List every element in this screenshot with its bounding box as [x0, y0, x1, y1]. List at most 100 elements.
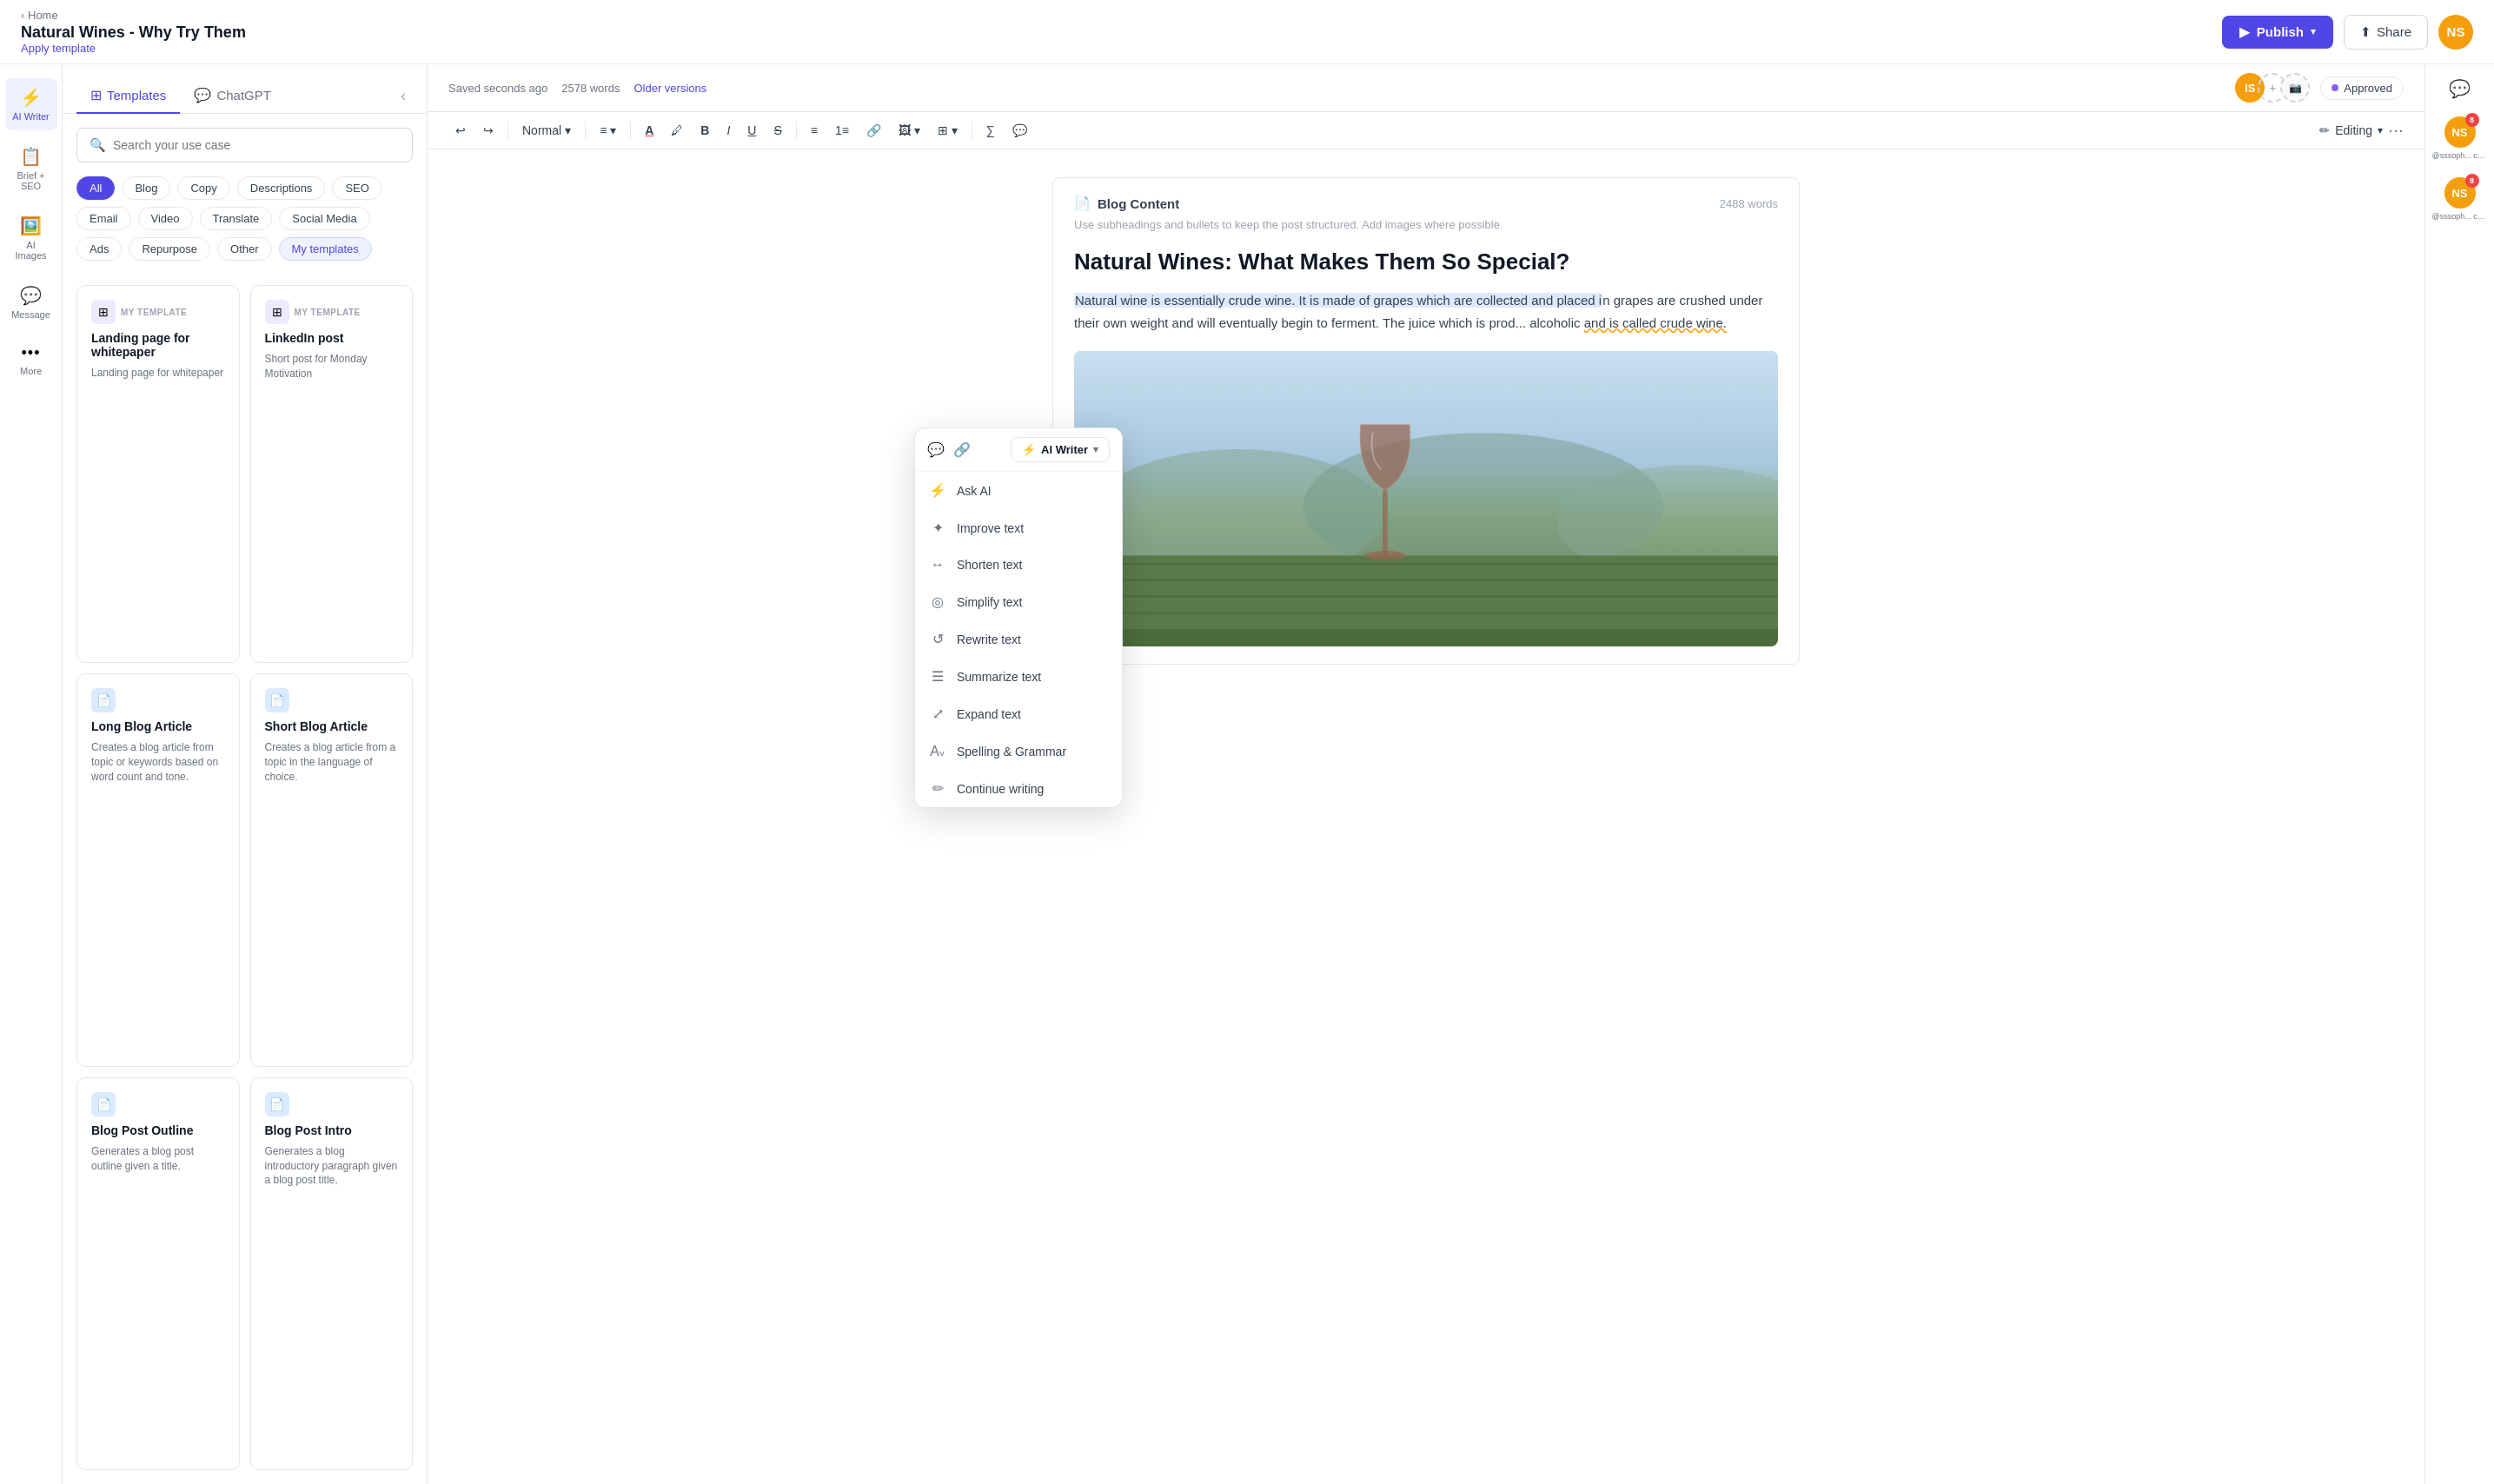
formula-button[interactable]: ∑ — [979, 119, 1002, 142]
template-card-blog-intro[interactable]: 📄 Blog Post Intro Generates a blog intro… — [250, 1077, 414, 1470]
ai-menu-expand-text[interactable]: ⤢ Expand text — [915, 695, 1122, 732]
ai-writer-dropdown: 💬 🔗 ⚡ AI Writer ▾ ⚡ Ask AI ✦ Imp — [914, 427, 1123, 808]
bullet-list-button[interactable]: ≡ — [804, 119, 825, 142]
user-avatar[interactable]: NS — [2438, 15, 2473, 50]
sidebar-item-ai-images[interactable]: 🖼️ AI Images — [5, 207, 57, 269]
numbered-list-button[interactable]: 1≡ — [828, 119, 856, 142]
tag-copy[interactable]: Copy — [177, 176, 229, 200]
publish-button[interactable]: ▶ Publish ▾ — [2222, 16, 2333, 49]
highlight-button[interactable]: 🖊 — [664, 119, 690, 142]
ai-menu-summarize-text[interactable]: ☰ Summarize text — [915, 658, 1122, 695]
tag-seo[interactable]: SEO — [332, 176, 381, 200]
tag-my-templates[interactable]: My templates — [279, 237, 372, 261]
undo-button[interactable]: ↩ — [448, 119, 473, 142]
section-word-count: 2488 words — [1720, 197, 1778, 210]
blog-content-icon: 📄 — [1074, 195, 1091, 211]
article-title[interactable]: Natural Wines: What Makes Them So Specia… — [1074, 248, 1778, 275]
tag-ads[interactable]: Ads — [76, 237, 122, 261]
comment-btn-toolbar[interactable]: 💬 — [1005, 119, 1034, 142]
card-title: LinkedIn post — [265, 331, 399, 345]
card-desc: Short post for Monday Motivation — [265, 352, 399, 381]
brief-seo-icon: 📋 — [20, 146, 42, 167]
tag-other[interactable]: Other — [217, 237, 272, 261]
card-title: Long Blog Article — [91, 719, 225, 733]
ai-menu-improve-text[interactable]: ✦ Improve text — [915, 509, 1122, 547]
template-card-short-blog[interactable]: 📄 Short Blog Article Creates a blog arti… — [250, 673, 414, 1066]
tag-email[interactable]: Email — [76, 207, 131, 230]
link-button[interactable]: 🔗 — [859, 119, 888, 142]
template-card-landing-whitepaper[interactable]: ⊞ MY TEMPLATE Landing page for whitepape… — [76, 285, 240, 663]
template-card-long-blog[interactable]: 📄 Long Blog Article Creates a blog artic… — [76, 673, 240, 1066]
article-body[interactable]: Natural wine is essentially crude wine. … — [1074, 289, 1778, 334]
tag-all[interactable]: All — [76, 176, 115, 200]
content-card: 📄 Blog Content 2488 words Use subheading… — [1052, 177, 1800, 665]
publish-icon: ▶ — [2239, 24, 2250, 40]
italic-button[interactable]: I — [720, 119, 737, 142]
spelling-grammar-icon: Aᵥ — [929, 743, 946, 759]
comment-name-1: @sssoph... commen... — [2432, 151, 2488, 160]
template-card-linkedin-post[interactable]: ⊞ MY TEMPLATE LinkedIn post Short post f… — [250, 285, 414, 663]
sidebar-item-ai-writer[interactable]: ⚡ AI Writer — [5, 78, 57, 130]
strikethrough-button[interactable]: S — [766, 119, 788, 142]
tab-templates[interactable]: ⊞ Templates — [76, 78, 180, 114]
link-dropdown-icon[interactable]: 🔗 — [953, 441, 971, 458]
back-link[interactable]: ‹ Home — [21, 9, 246, 22]
style-label: Normal — [522, 123, 561, 137]
comment-thread-1: NS 8 @sssoph... commen... — [2432, 116, 2488, 160]
redo-button[interactable]: ↪ — [476, 119, 501, 142]
approved-badge[interactable]: Approved — [2320, 76, 2404, 100]
publish-label: Publish — [2257, 24, 2304, 39]
sidebar-item-more[interactable]: ••• More — [5, 335, 57, 385]
style-chevron-icon: ▾ — [565, 123, 571, 137]
style-select[interactable]: Normal ▾ — [515, 119, 578, 142]
left-sidebar: ⚡ AI Writer 📋 Brief + SEO 🖼️ AI Images 💬… — [0, 64, 63, 1484]
sidebar-item-brief-seo[interactable]: 📋 Brief + SEO — [5, 137, 57, 200]
underline-button[interactable]: U — [740, 119, 763, 142]
right-sidebar: 💬 NS 8 @sssoph... commen... NS 8 @sssoph… — [2424, 64, 2494, 1484]
filter-tags: All Blog Copy Descriptions SEO Email Vid… — [63, 176, 427, 271]
editing-chevron-icon[interactable]: ▾ — [2378, 124, 2383, 136]
add-comment-icon[interactable]: 💬 — [2449, 78, 2471, 99]
editor-content[interactable]: 📄 Blog Content 2488 words Use subheading… — [428, 149, 2424, 692]
ai-menu-shorten-text[interactable]: ↔ Shorten text — [915, 547, 1122, 583]
ai-menu-rewrite-text[interactable]: ↺ Rewrite text — [915, 620, 1122, 658]
align-button[interactable]: ≡ ▾ — [593, 119, 623, 142]
tag-descriptions[interactable]: Descriptions — [237, 176, 326, 200]
card-title: Short Blog Article — [265, 719, 399, 733]
ai-menu-spelling-grammar[interactable]: Aᵥ Spelling & Grammar — [915, 732, 1122, 770]
older-versions-link[interactable]: Older versions — [633, 82, 706, 95]
tag-blog[interactable]: Blog — [122, 176, 170, 200]
comment-dropdown-icon[interactable]: 💬 — [927, 441, 945, 458]
tab-templates-label: Templates — [107, 88, 166, 103]
more-options-icon[interactable]: ⋯ — [2388, 121, 2404, 140]
template-grid: ⊞ MY TEMPLATE Landing page for whitepape… — [63, 271, 427, 1484]
card-icon: ⊞ — [91, 300, 116, 324]
toolbar-separator-3 — [630, 122, 631, 139]
template-card-blog-outline[interactable]: 📄 Blog Post Outline Generates a blog pos… — [76, 1077, 240, 1470]
ai-menu-simplify-text[interactable]: ◎ Simplify text — [915, 583, 1122, 620]
tab-chatgpt[interactable]: 💬 ChatGPT — [180, 78, 285, 114]
bold-button[interactable]: B — [693, 119, 716, 142]
tag-translate[interactable]: Translate — [200, 207, 273, 230]
sidebar-item-message[interactable]: 💬 Message — [5, 276, 57, 328]
ai-bolt-icon: ⚡ — [1022, 443, 1036, 456]
panel-collapse-icon[interactable]: ‹ — [394, 83, 413, 109]
expand-text-icon: ⤢ — [929, 706, 946, 722]
content-card-title: 📄 Blog Content — [1074, 195, 1179, 211]
ai-menu-continue-writing[interactable]: ✏ Continue writing — [915, 770, 1122, 807]
tag-social-media[interactable]: Social Media — [279, 207, 369, 230]
share-button[interactable]: ⬆ Share — [2344, 15, 2428, 50]
tag-video[interactable]: Video — [138, 207, 193, 230]
text-color-button[interactable]: A — [638, 119, 660, 142]
ai-writer-dropdown-btn[interactable]: ⚡ AI Writer ▾ — [1011, 437, 1110, 462]
search-input[interactable] — [113, 138, 400, 152]
ai-menu-ask-ai[interactable]: ⚡ Ask AI — [915, 472, 1122, 509]
comment-avatar-2[interactable]: NS 8 — [2444, 177, 2476, 209]
image-button[interactable]: 🖼 ▾ — [892, 119, 927, 142]
tag-repurpose[interactable]: Repurpose — [129, 237, 210, 261]
table-button[interactable]: ⊞ ▾ — [931, 119, 965, 142]
comment-badge-2: 8 — [2465, 174, 2479, 188]
apply-template-link[interactable]: Apply template — [21, 42, 246, 55]
comment-avatar-1[interactable]: NS 8 — [2444, 116, 2476, 148]
ai-writer-chevron-icon: ▾ — [1093, 444, 1098, 455]
